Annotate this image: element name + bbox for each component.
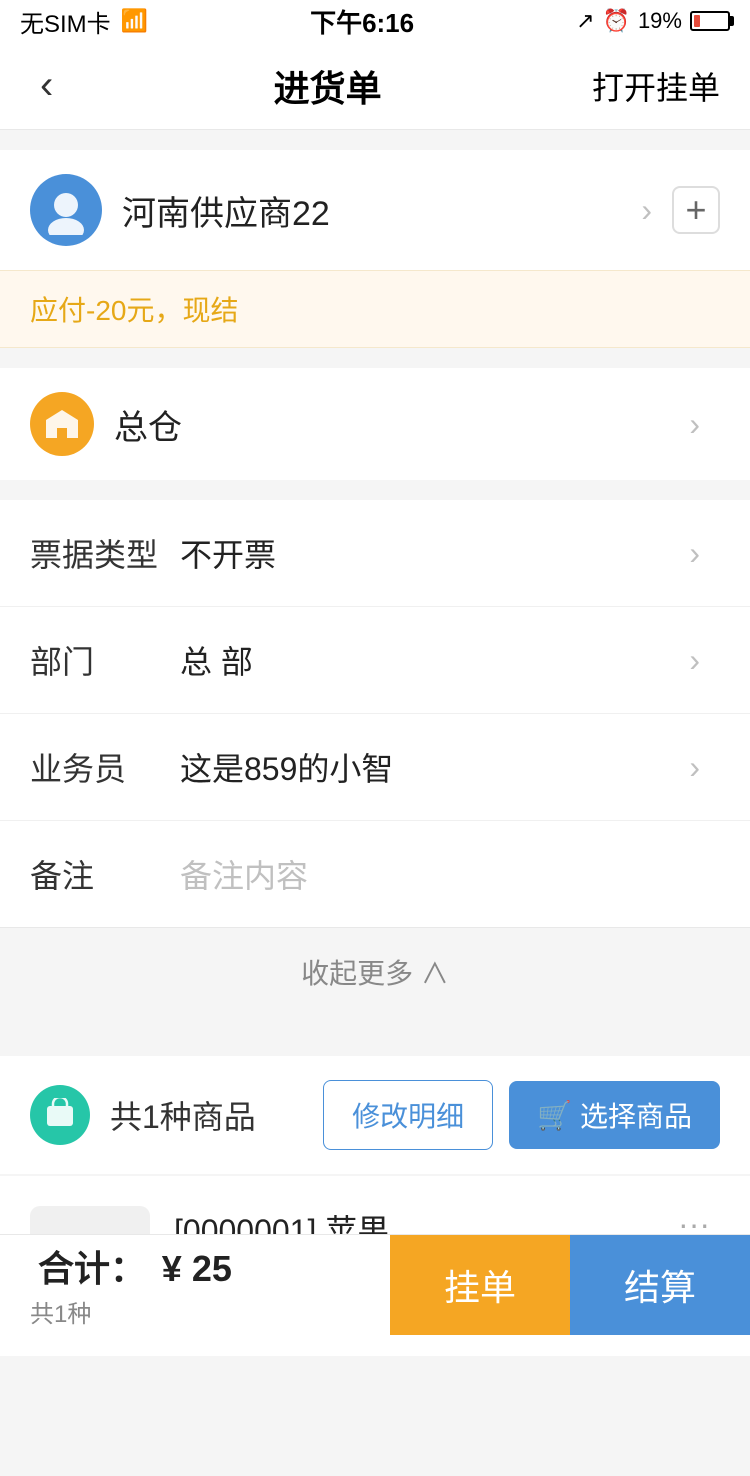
total-count: 共1种 [30,1294,360,1329]
status-left: 无SIM卡 📶 [20,4,148,39]
product-count-icon [30,1085,90,1145]
salesman-row[interactable]: 业务员 这是859的小智 › [0,714,750,821]
salesman-value: 这是859的小智 [160,744,689,790]
cart-icon: 🛒 [537,1099,572,1132]
department-label: 部门 [30,637,160,683]
form-section: 票据类型 不开票 › 部门 总 部 › 业务员 这是859的小智 › 备注 备注… [0,500,750,927]
bottom-spacer [0,1356,750,1476]
product-count-label: 共1种商品 [110,1092,323,1138]
warehouse-icon [30,392,94,456]
settle-button[interactable]: 结算 [570,1235,750,1335]
department-value: 总 部 [160,637,689,683]
collapse-label: 收起更多 ∧ [301,958,449,989]
wifi-icon: 📶 [121,8,148,34]
total-label: 合计： ¥ 25 [30,1240,360,1292]
remark-row[interactable]: 备注 备注内容 [0,821,750,927]
chevron-right-icon-2: › [689,406,700,443]
nav-bar: ‹ 进货单 打开挂单 [0,42,750,130]
chevron-right-icon-4: › [689,642,700,679]
supplier-card: 河南供应商22 › + 应付-20元，现结 [0,150,750,348]
add-button[interactable]: + [672,186,720,234]
avatar [30,174,102,246]
invoice-row[interactable]: 票据类型 不开票 › [0,500,750,607]
battery-percent: 19% [638,8,682,34]
department-row[interactable]: 部门 总 部 › [0,607,750,714]
select-product-label: 选择商品 [580,1095,692,1135]
back-button[interactable]: ‹ [30,53,63,118]
carrier-label: 无SIM卡 [20,4,111,39]
spacer-2 [0,348,750,368]
total-amount: ¥ 25 [162,1248,232,1289]
select-product-button[interactable]: 🛒 选择商品 [509,1081,720,1149]
status-bar: 无SIM卡 📶 下午6:16 ↗ ⏰ 19% [0,0,750,42]
spacer-3 [0,1016,750,1036]
hang-button[interactable]: 挂单 [390,1235,570,1335]
salesman-label: 业务员 [30,744,160,790]
status-time: 下午6:16 [310,3,414,40]
open-pending-button[interactable]: 打开挂单 [592,63,720,109]
chevron-right-icon: › [641,192,652,229]
battery-icon [690,11,730,31]
settle-label: 结算 [624,1259,696,1311]
chevron-right-icon-3: › [689,535,700,572]
status-right: ↗ ⏰ 19% [576,8,730,34]
bottom-bar: 合计： ¥ 25 共1种 挂单 结算 [0,1234,750,1334]
edit-detail-button[interactable]: 修改明细 [323,1080,493,1150]
warehouse-row[interactable]: 总仓 › [0,368,750,480]
total-text: 合计： [38,1248,146,1289]
alarm-icon: ⏰ [603,8,630,34]
supplier-name: 河南供应商22 [122,186,641,235]
warehouse-card: 总仓 › [0,368,750,480]
collapse-bar[interactable]: 收起更多 ∧ [0,927,750,1016]
page-title: 进货单 [274,60,382,112]
warehouse-name: 总仓 [114,400,689,449]
location-icon: ↗ [576,8,594,34]
invoice-label: 票据类型 [30,530,160,576]
product-header: 共1种商品 修改明细 🛒 选择商品 [0,1056,750,1174]
alert-banner: 应付-20元，现结 [0,270,750,348]
hang-label: 挂单 [444,1259,516,1311]
chevron-right-icon-5: › [689,749,700,786]
total-section: 合计： ¥ 25 共1种 [0,1240,390,1329]
spacer-1 [0,130,750,150]
remark-input[interactable]: 备注内容 [160,851,720,897]
remark-label: 备注 [30,851,160,897]
invoice-value: 不开票 [160,530,689,576]
supplier-row[interactable]: 河南供应商22 › + [0,150,750,270]
